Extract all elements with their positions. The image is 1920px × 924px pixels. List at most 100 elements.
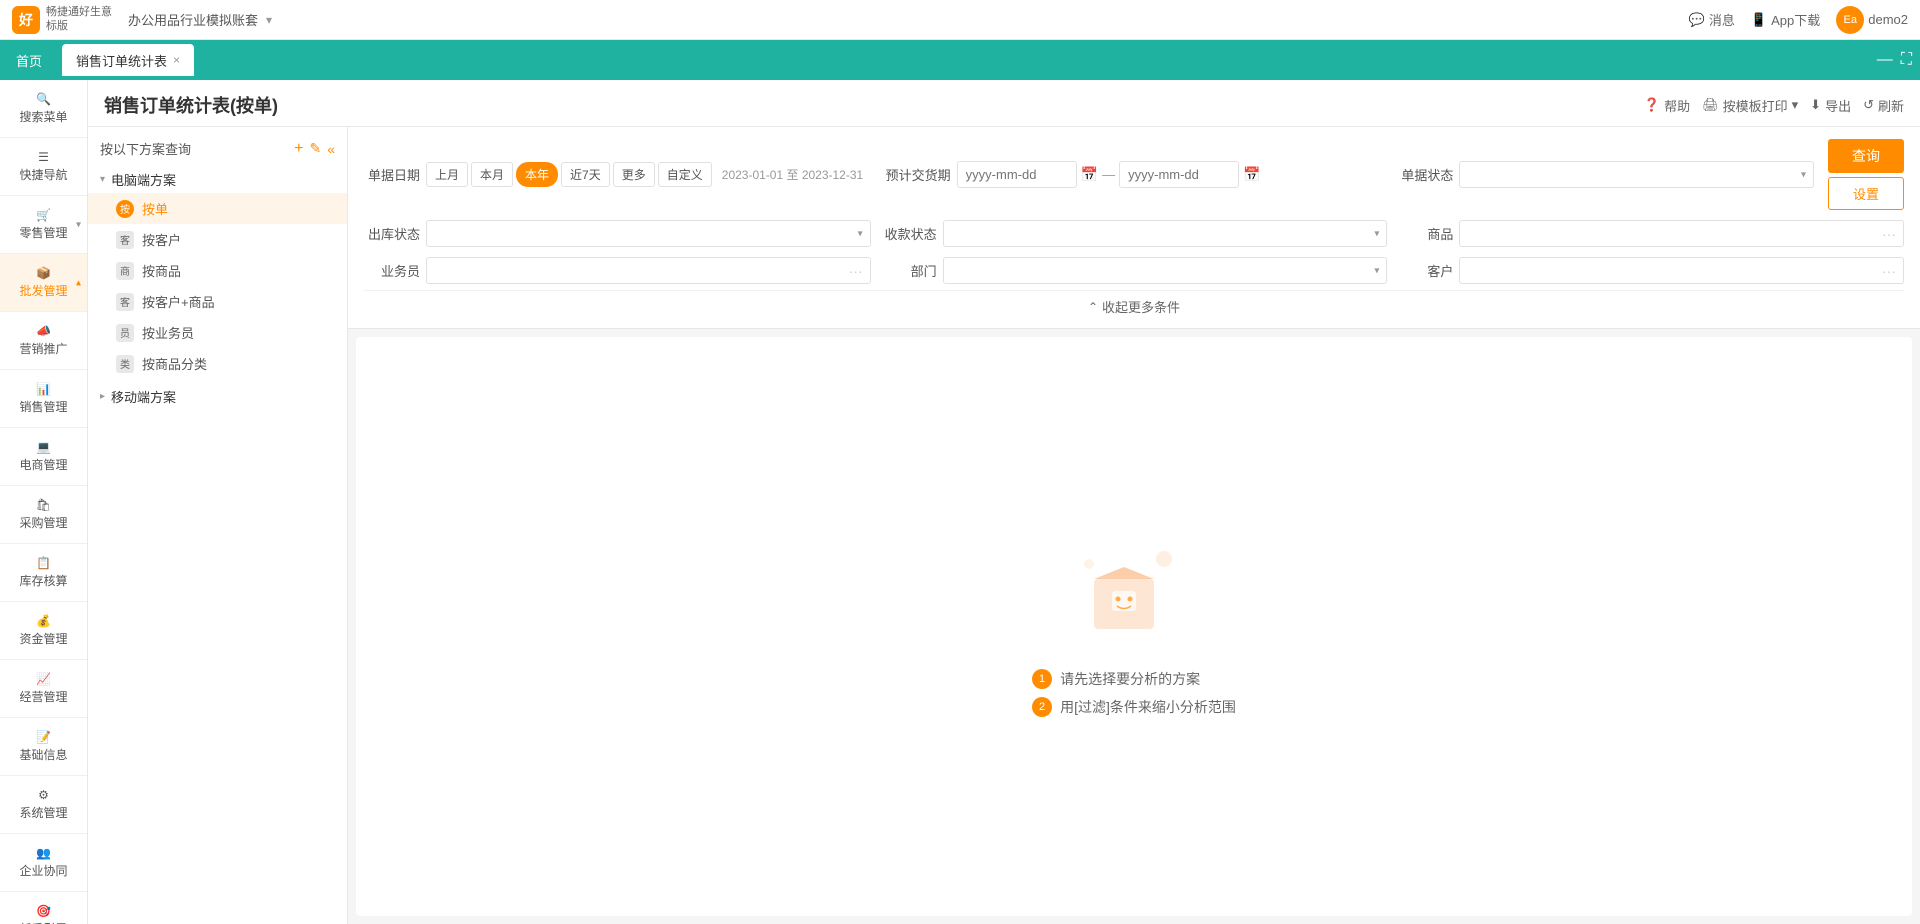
operation-icon: 📈 xyxy=(0,672,87,686)
sidebar: 🔍 搜索菜单 ☰ 快捷导航 🛒 零售管理 ▾ 📦 批发管理 ▴ 📣 营销推广 📊… xyxy=(0,80,88,924)
empty-step-2: 2 用[过滤]条件来缩小分析范围 xyxy=(1032,697,1236,717)
goods-input[interactable] xyxy=(1459,220,1904,247)
scheme-panel: 按以下方案查询 + ✎ « ▾ 电脑端方案 按 按单 xyxy=(88,127,348,924)
tab-close-icon[interactable]: × xyxy=(173,53,180,67)
payment-status-select[interactable] xyxy=(943,220,1388,247)
scheme-panel-header: 按以下方案查询 + ✎ « xyxy=(88,135,347,166)
top-bar-left: 好 畅捷通好生意 标版 办公用品行业模拟账套 ▾ xyxy=(12,6,272,34)
tab-active[interactable]: 销售订单统计表 × xyxy=(62,44,194,76)
ecommerce-icon: 💻 xyxy=(0,440,87,454)
sidebar-item-quicknav[interactable]: ☰ 快捷导航 xyxy=(0,138,87,196)
sidebar-item-wholesale[interactable]: 📦 批发管理 ▴ xyxy=(0,254,87,312)
basic-icon: 📝 xyxy=(0,730,87,744)
scheme-goods-icon: 商 xyxy=(116,262,134,280)
scheme-item-by-customer[interactable]: 客 按客户 xyxy=(88,224,347,255)
dept-select[interactable] xyxy=(943,257,1388,284)
message-button[interactable]: 💬 消息 xyxy=(1689,10,1735,29)
customer-input[interactable] xyxy=(1459,257,1904,284)
sidebar-item-operation[interactable]: 📈 经营管理 xyxy=(0,660,87,718)
sidebar-item-basic[interactable]: 📝 基础信息 xyxy=(0,718,87,776)
sidebar-item-system[interactable]: ⚙ 系统管理 xyxy=(0,776,87,834)
enterprise-icon: 👥 xyxy=(0,846,87,860)
wholesale-icon: 📦 xyxy=(0,266,87,280)
scheme-category-icon: 类 xyxy=(116,355,134,373)
expected-date-end[interactable] xyxy=(1119,161,1239,188)
scheme-salesman-icon: 员 xyxy=(116,324,134,342)
page-header: 销售订单统计表(按单) ❓ 帮助 🖨 按模板打印 ▾ ⬇ 导出 ↺ 刷新 xyxy=(88,80,1920,127)
out-status-select[interactable] xyxy=(426,220,871,247)
refresh-button[interactable]: ↺ 刷新 xyxy=(1863,96,1904,115)
retail-icon: 🛒 xyxy=(0,208,87,222)
purchase-icon: 🛍 xyxy=(0,498,87,512)
date-btn-thismonth[interactable]: 本月 xyxy=(471,162,513,187)
help-button[interactable]: ❓ 帮助 xyxy=(1644,96,1690,115)
collapse-label: 收起更多条件 xyxy=(1102,297,1180,316)
sidebar-item-search[interactable]: 🔍 搜索菜单 xyxy=(0,80,87,138)
setting-button[interactable]: 设置 xyxy=(1828,177,1904,210)
date-btn-custom[interactable]: 自定义 xyxy=(658,162,712,187)
export-icon: ⬇ xyxy=(1810,97,1821,113)
date-btn-7days[interactable]: 近7天 xyxy=(561,162,610,187)
export-button[interactable]: ⬇ 导出 xyxy=(1810,96,1851,115)
app-download-button[interactable]: 📱 App下载 xyxy=(1751,10,1820,29)
template-print-button[interactable]: 🖨 按模板打印 ▾ xyxy=(1702,96,1798,115)
dept-label: 部门 xyxy=(881,261,937,280)
scheme-category-pc[interactable]: ▾ 电脑端方案 xyxy=(88,166,347,193)
filter-table-panel: 单据日期 上月 本月 本年 近7天 更多 自定义 2023-01-01 至 20… xyxy=(348,127,1920,924)
breadcrumb-dropdown-icon[interactable]: ▾ xyxy=(266,13,272,27)
category-expand-icon: ▾ xyxy=(100,174,105,185)
user-profile[interactable]: Ea demo2 xyxy=(1836,6,1908,34)
content-area: 销售订单统计表(按单) ❓ 帮助 🖨 按模板打印 ▾ ⬇ 导出 ↺ 刷新 xyxy=(88,80,1920,924)
sidebar-item-purchase[interactable]: 🛍 采购管理 xyxy=(0,486,87,544)
status-select[interactable] xyxy=(1459,161,1814,188)
goods-label: 商品 xyxy=(1397,224,1453,243)
finance-icon: 💰 xyxy=(0,614,87,628)
sidebar-item-guide[interactable]: 🎯 新手引导 xyxy=(0,892,87,924)
mobile-expand-icon: ▸ xyxy=(100,391,105,402)
sales-icon: 📊 xyxy=(0,382,87,396)
date-range-text: 2023-01-01 至 2023-12-31 xyxy=(722,166,863,183)
out-status-label: 出库状态 xyxy=(364,224,420,243)
sidebar-item-sales[interactable]: 📊 销售管理 xyxy=(0,370,87,428)
date-btn-thisyear[interactable]: 本年 xyxy=(516,162,558,187)
salesman-input[interactable] xyxy=(426,257,871,284)
scheme-item-by-category[interactable]: 类 按商品分类 xyxy=(88,348,347,379)
top-bar-right: 💬 消息 📱 App下载 Ea demo2 xyxy=(1689,6,1908,34)
sidebar-item-enterprise[interactable]: 👥 企业协同 xyxy=(0,834,87,892)
customer-label: 客户 xyxy=(1397,261,1453,280)
scheme-item-by-customer-goods[interactable]: 客 按客户+商品 xyxy=(88,286,347,317)
edit-scheme-button[interactable]: ✎ xyxy=(309,140,321,157)
inventory-icon: 📋 xyxy=(0,556,87,570)
scheme-item-by-goods[interactable]: 商 按商品 xyxy=(88,255,347,286)
minimize-icon[interactable]: — xyxy=(1877,51,1893,69)
payment-status-label: 收款状态 xyxy=(881,224,937,243)
date-btn-more[interactable]: 更多 xyxy=(613,162,655,187)
scheme-item-by-order[interactable]: 按 按单 xyxy=(88,193,347,224)
date-btn-lastmonth[interactable]: 上月 xyxy=(426,162,468,187)
scheme-cg-icon: 客 xyxy=(116,293,134,311)
tab-home[interactable]: 首页 xyxy=(0,40,58,80)
customer-dots: ··· xyxy=(1882,263,1896,279)
scheme-category-mobile[interactable]: ▸ 移动端方案 xyxy=(88,383,347,410)
add-scheme-button[interactable]: + xyxy=(294,140,303,158)
panel-layout: 按以下方案查询 + ✎ « ▾ 电脑端方案 按 按单 xyxy=(88,127,1920,924)
expected-date-start[interactable] xyxy=(957,161,1077,188)
empty-illustration xyxy=(1074,529,1194,649)
sidebar-item-finance[interactable]: 💰 资金管理 xyxy=(0,602,87,660)
date-icon-start: 📅 xyxy=(1081,166,1098,183)
sidebar-item-inventory[interactable]: 📋 库存核算 xyxy=(0,544,87,602)
scheme-item-by-salesman[interactable]: 员 按业务员 xyxy=(88,317,347,348)
marketing-icon: 📣 xyxy=(0,324,87,338)
quicknav-icon: ☰ xyxy=(0,150,87,164)
sidebar-item-retail[interactable]: 🛒 零售管理 ▾ xyxy=(0,196,87,254)
sidebar-item-ecommerce[interactable]: 💻 电商管理 xyxy=(0,428,87,486)
maximize-icon[interactable]: ⛶ xyxy=(1901,51,1912,69)
logo-icon: 好 xyxy=(12,6,40,34)
collapse-scheme-button[interactable]: « xyxy=(327,141,335,157)
query-button[interactable]: 查询 xyxy=(1828,139,1904,173)
sidebar-item-marketing[interactable]: 📣 营销推广 xyxy=(0,312,87,370)
collapse-more-button[interactable]: ⌃ 收起更多条件 xyxy=(364,290,1904,316)
date-label: 单据日期 xyxy=(364,165,420,184)
search-icon: 🔍 xyxy=(0,92,87,106)
filter-area: 单据日期 上月 本月 本年 近7天 更多 自定义 2023-01-01 至 20… xyxy=(348,127,1920,329)
